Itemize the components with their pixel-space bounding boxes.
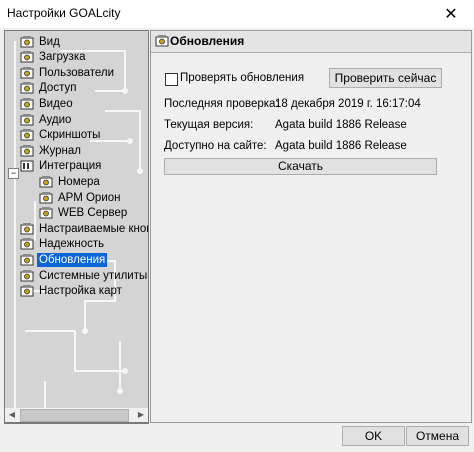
tree-horizontal-scrollbar[interactable]: ◀ ▶ bbox=[4, 408, 149, 423]
settings-gear-icon bbox=[39, 207, 53, 219]
settings-gear-icon bbox=[20, 144, 34, 157]
settings-window: Настройки GOALcity ✕ Вид Загрузка Пользова… bbox=[0, 0, 474, 452]
ok-button[interactable]: OK bbox=[342, 426, 405, 446]
panel-header: Обновления bbox=[151, 31, 471, 53]
tree-item[interactable]: WEB Сервер bbox=[39, 206, 129, 221]
window-title: Настройки GOALcity bbox=[7, 6, 121, 20]
tree-item[interactable]: Номера bbox=[39, 174, 102, 189]
tree-item-label: Вид bbox=[39, 35, 60, 48]
settings-gear-icon bbox=[39, 175, 53, 188]
download-button[interactable]: Скачать bbox=[164, 158, 437, 175]
check-now-button[interactable]: Проверить сейчас bbox=[329, 68, 442, 88]
collapse-integration-toggle[interactable]: − bbox=[8, 168, 19, 179]
tree-item[interactable]: Доступ bbox=[20, 81, 78, 96]
panel-title: Обновления bbox=[170, 34, 245, 48]
tree-item-label: Настройка карт bbox=[39, 285, 122, 298]
tree-item[interactable]: Загрузка bbox=[20, 50, 88, 65]
tree-item[interactable]: Журнал bbox=[20, 143, 83, 158]
settings-gear-icon bbox=[20, 66, 34, 79]
settings-gear-icon bbox=[20, 82, 34, 94]
tree-item[interactable]: Аудио bbox=[20, 112, 73, 127]
updates-panel: Обновления Проверять обновления Проверит… bbox=[150, 30, 472, 423]
available-label: Доступно на сайте: bbox=[164, 140, 267, 152]
tree-item-label: Видео bbox=[39, 97, 73, 110]
settings-gear-icon bbox=[20, 113, 34, 125]
folder-icon bbox=[20, 160, 34, 172]
tree-item-label: Пользователи bbox=[39, 66, 115, 79]
tree-item[interactable]: Настройка карт bbox=[20, 284, 124, 299]
tree-item-label: Журнал bbox=[39, 144, 81, 157]
tree-item[interactable]: Скриншоты bbox=[20, 128, 102, 143]
tree-item-label: АРМ Орион bbox=[58, 191, 121, 204]
close-icon[interactable]: ✕ bbox=[428, 0, 474, 28]
available-value: Agata build 1886 Release bbox=[275, 140, 407, 152]
title-bar: Настройки GOALcity ✕ bbox=[0, 0, 474, 28]
tree-item-label: Аудио bbox=[39, 113, 72, 126]
settings-gear-icon bbox=[20, 97, 34, 110]
scroll-right-icon[interactable]: ▶ bbox=[134, 408, 148, 422]
settings-gear-icon bbox=[20, 253, 34, 266]
tree-item[interactable]: Системные утилиты bbox=[20, 268, 148, 283]
settings-gear-icon bbox=[20, 285, 34, 297]
settings-gear-icon bbox=[20, 222, 34, 235]
settings-gear-icon bbox=[155, 35, 169, 47]
tree-item-label: Интеграция bbox=[39, 160, 102, 173]
check-updates-label: Проверять обновления bbox=[180, 72, 305, 84]
settings-gear-icon bbox=[20, 51, 34, 63]
settings-gear-icon bbox=[20, 269, 34, 281]
tree-item[interactable]: Настраиваемые кнопк bbox=[20, 221, 149, 236]
settings-tree[interactable]: Вид Загрузка Пользователи Доступ Видео Аудио С… bbox=[4, 30, 149, 424]
settings-gear-icon bbox=[20, 238, 34, 250]
tree-item-label: Надежность bbox=[39, 238, 105, 251]
current-version-label: Текущая версия: bbox=[164, 119, 254, 131]
tree-item[interactable]: Надежность bbox=[20, 237, 106, 252]
cancel-button[interactable]: Отмена bbox=[406, 426, 469, 446]
settings-gear-icon bbox=[39, 191, 53, 203]
tree-item-label: Скриншоты bbox=[39, 129, 101, 142]
tree-item-label: Настраиваемые кнопк bbox=[39, 222, 149, 235]
tree-item-label: Обновления bbox=[37, 252, 108, 267]
tree-item[interactable]: Видео bbox=[20, 96, 75, 111]
last-check-label: Последняя проверка: bbox=[164, 98, 279, 110]
scrollbar-thumb[interactable] bbox=[20, 409, 129, 422]
tree-item[interactable]: Вид bbox=[20, 34, 62, 49]
tree-item-label: Номера bbox=[58, 175, 100, 188]
settings-gear-icon bbox=[20, 129, 34, 141]
tree-item[interactable]: Обновления bbox=[20, 252, 108, 267]
check-updates-checkbox[interactable] bbox=[165, 73, 178, 86]
tree-item-label: Доступ bbox=[39, 82, 77, 95]
tree-item-label: Загрузка bbox=[39, 51, 86, 64]
tree-item[interactable]: Пользователи bbox=[20, 65, 116, 80]
current-version-value: Agata build 1886 Release bbox=[275, 119, 407, 131]
tree-item-label: Системные утилиты bbox=[39, 269, 148, 282]
tree-item-label: WEB Сервер bbox=[58, 207, 128, 220]
settings-gear-icon bbox=[20, 35, 34, 47]
last-check-value: 18 декабря 2019 г. 16:17:04 bbox=[275, 98, 421, 110]
tree-item[interactable]: Интеграция bbox=[20, 159, 103, 174]
tree-item[interactable]: АРМ Орион bbox=[39, 190, 123, 205]
scroll-left-icon[interactable]: ◀ bbox=[5, 408, 19, 422]
